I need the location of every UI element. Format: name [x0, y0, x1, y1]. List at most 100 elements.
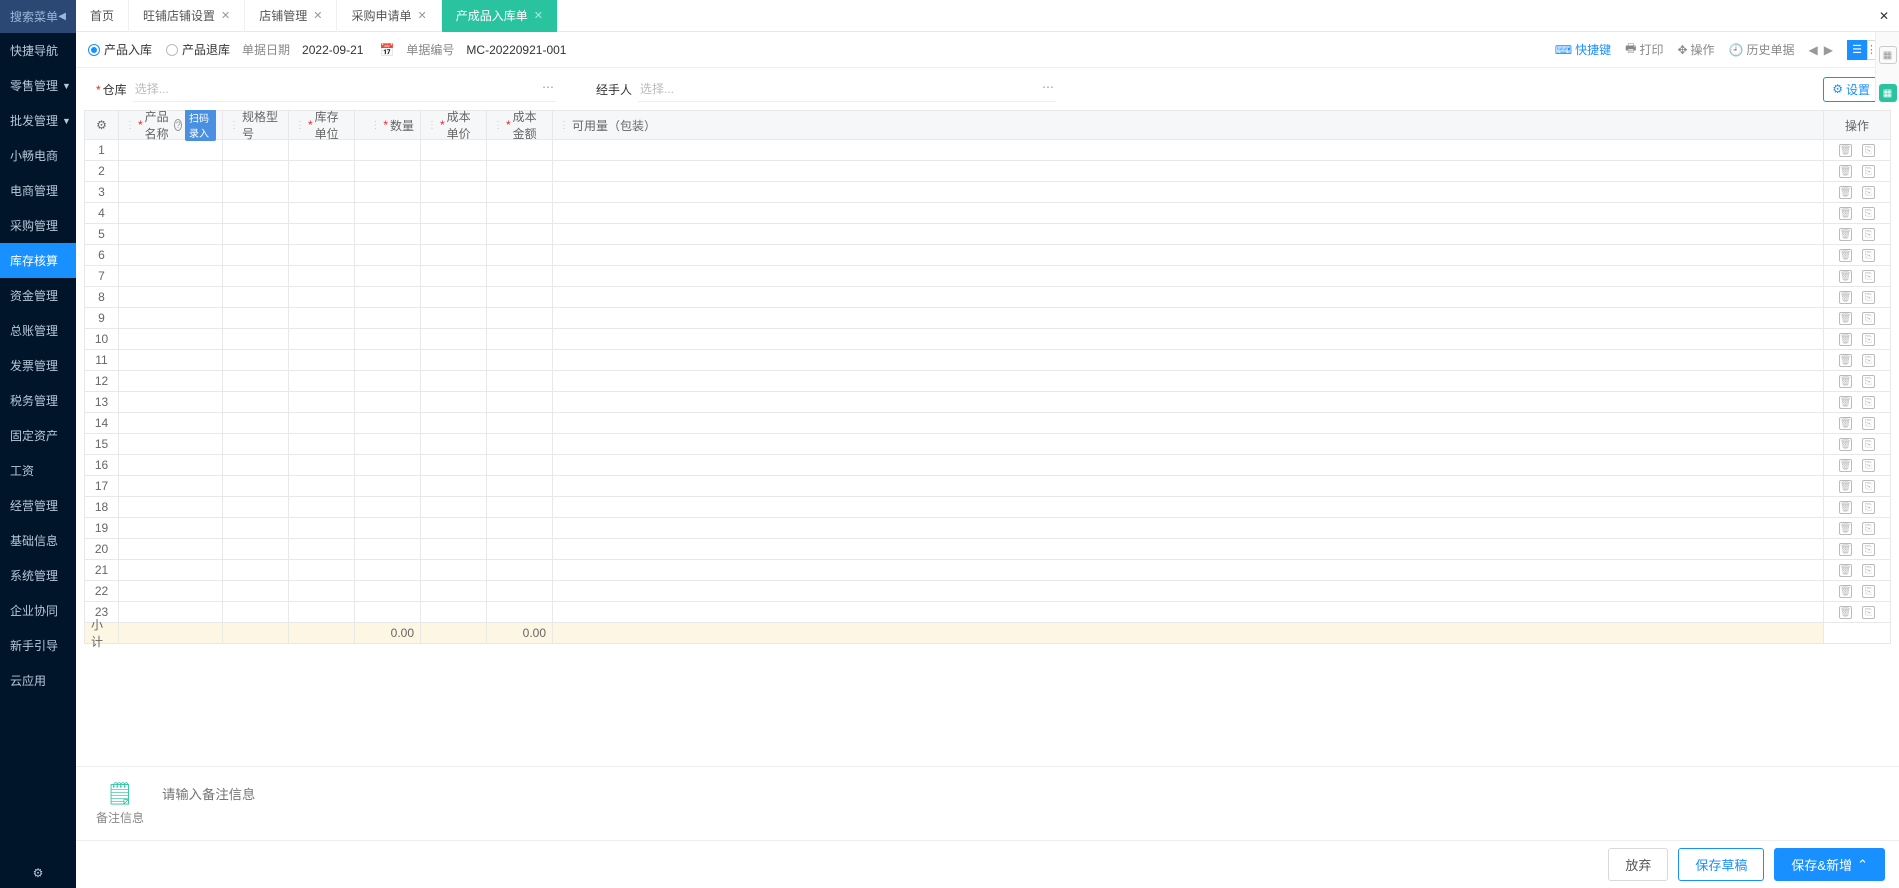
save-new-button[interactable]: 保存&新增 ⌃ — [1774, 848, 1885, 881]
tab-close-icon[interactable]: ✕ — [534, 9, 543, 22]
col-product-name[interactable]: ⋮* 产品名称 ? 扫码录入 — [119, 111, 223, 139]
sidebar-item-4[interactable]: 电商管理 — [0, 173, 76, 208]
sidebar-item-0[interactable]: 快捷导航 — [0, 33, 76, 68]
tab-4[interactable]: 产成品入库单✕ — [442, 0, 558, 32]
tab-0[interactable]: 首页 — [76, 0, 129, 32]
calendar-icon[interactable]: 📅 — [379, 43, 394, 57]
sidebar-item-7[interactable]: 资金管理 — [0, 278, 76, 313]
sidebar-item-18[interactable]: 云应用 — [0, 663, 76, 698]
copy-icon[interactable]: ⎘ — [1862, 459, 1875, 472]
copy-icon[interactable]: ⎘ — [1862, 522, 1875, 535]
delete-icon[interactable]: 🗑 — [1839, 438, 1852, 451]
tabbar-overflow[interactable]: ✕ — [1869, 9, 1899, 23]
ellipsis-icon[interactable]: ⋯ — [542, 80, 554, 94]
sidebar-item-6[interactable]: 库存核算 — [0, 243, 76, 278]
scan-tag[interactable]: 扫码录入 — [185, 110, 216, 141]
tab-1[interactable]: 旺铺店铺设置✕ — [129, 0, 245, 32]
tab-close-icon[interactable]: ✕ — [313, 9, 322, 22]
page-prev[interactable]: ◀ — [1809, 43, 1818, 57]
warehouse-select[interactable]: 选择... ⋯ — [133, 76, 556, 102]
view-list[interactable]: ☰ — [1847, 40, 1867, 60]
help-icon[interactable]: ? — [174, 119, 182, 131]
remark-input[interactable] — [162, 781, 1879, 808]
discard-button[interactable]: 放弃 — [1608, 848, 1668, 881]
sidebar-item-5[interactable]: 采购管理 — [0, 208, 76, 243]
table-row[interactable]: 16 — [85, 454, 1823, 475]
table-row[interactable]: 14 — [85, 412, 1823, 433]
col-amt[interactable]: ⋮*成本金额 — [487, 111, 553, 139]
sidebar-item-16[interactable]: 企业协同 — [0, 593, 76, 628]
sidebar-item-9[interactable]: 发票管理 — [0, 348, 76, 383]
copy-icon[interactable]: ⎘ — [1862, 438, 1875, 451]
radio-product-out[interactable]: 产品退库 — [166, 41, 230, 58]
delete-icon[interactable]: 🗑 — [1839, 522, 1852, 535]
save-draft-button[interactable]: 保存草稿 — [1678, 848, 1764, 881]
delete-icon[interactable]: 🗑 — [1839, 564, 1852, 577]
delete-icon[interactable]: 🗑 — [1839, 375, 1852, 388]
sidebar-item-13[interactable]: 经营管理 — [0, 488, 76, 523]
radio-product-in[interactable]: 产品入库 — [88, 41, 152, 58]
delete-icon[interactable]: 🗑 — [1839, 543, 1852, 556]
delete-icon[interactable]: 🗑 — [1839, 396, 1852, 409]
col-avail[interactable]: ⋮可用量（包装） — [553, 111, 1823, 139]
action-button[interactable]: ✥ 操作 — [1677, 41, 1714, 58]
copy-icon[interactable]: ⎘ — [1862, 375, 1875, 388]
sidebar-item-12[interactable]: 工资 — [0, 453, 76, 488]
delete-icon[interactable]: 🗑 — [1839, 186, 1852, 199]
copy-icon[interactable]: ⎘ — [1862, 186, 1875, 199]
table-row[interactable]: 11 — [85, 349, 1823, 370]
table-row[interactable]: 9 — [85, 307, 1823, 328]
table-row[interactable]: 7 — [85, 265, 1823, 286]
delete-icon[interactable]: 🗑 — [1839, 480, 1852, 493]
copy-icon[interactable]: ⎘ — [1862, 396, 1875, 409]
print-button[interactable]: 🖶 打印 — [1625, 39, 1663, 60]
table-row[interactable]: 15 — [85, 433, 1823, 454]
delete-icon[interactable]: 🗑 — [1839, 165, 1852, 178]
delete-icon[interactable]: 🗑 — [1839, 417, 1852, 430]
sidebar-settings[interactable]: ⚙ — [0, 858, 76, 888]
copy-icon[interactable]: ⎘ — [1862, 333, 1875, 346]
copy-icon[interactable]: ⎘ — [1862, 501, 1875, 514]
ellipsis-icon[interactable]: ⋯ — [1042, 80, 1054, 94]
delete-icon[interactable]: 🗑 — [1839, 501, 1852, 514]
collapse-icon[interactable]: ◀ — [58, 11, 66, 22]
table-row[interactable]: 4 — [85, 202, 1823, 223]
tab-close-icon[interactable]: ✕ — [418, 9, 427, 22]
sidebar-item-8[interactable]: 总账管理 — [0, 313, 76, 348]
table-row[interactable]: 23 — [85, 601, 1823, 622]
table-row[interactable]: 10 — [85, 328, 1823, 349]
grid-settings-button[interactable]: ⚙ 设置 — [1823, 77, 1879, 102]
sidebar-item-15[interactable]: 系统管理 — [0, 558, 76, 593]
copy-icon[interactable]: ⎘ — [1862, 270, 1875, 283]
table-row[interactable]: 3 — [85, 181, 1823, 202]
col-spec[interactable]: ⋮规格型号 — [223, 111, 289, 139]
delete-icon[interactable]: 🗑 — [1839, 144, 1852, 157]
date-value[interactable]: 2022-09-21 — [302, 43, 363, 57]
copy-icon[interactable]: ⎘ — [1862, 165, 1875, 178]
table-row[interactable]: 20 — [85, 538, 1823, 559]
delete-icon[interactable]: 🗑 — [1839, 354, 1852, 367]
table-row[interactable]: 2 — [85, 160, 1823, 181]
copy-icon[interactable]: ⎘ — [1862, 291, 1875, 304]
copy-icon[interactable]: ⎘ — [1862, 249, 1875, 262]
sidebar-item-10[interactable]: 税务管理 — [0, 383, 76, 418]
copy-icon[interactable]: ⎘ — [1862, 144, 1875, 157]
copy-icon[interactable]: ⎘ — [1862, 564, 1875, 577]
sidebar-item-2[interactable]: 批发管理▼ — [0, 103, 76, 138]
page-next[interactable]: ▶ — [1824, 43, 1833, 57]
copy-icon[interactable]: ⎘ — [1862, 585, 1875, 598]
table-row[interactable]: 13 — [85, 391, 1823, 412]
delete-icon[interactable]: 🗑 — [1839, 312, 1852, 325]
delete-icon[interactable]: 🗑 — [1839, 333, 1852, 346]
copy-icon[interactable]: ⎘ — [1862, 480, 1875, 493]
tab-3[interactable]: 采购申请单✕ — [337, 0, 441, 32]
table-row[interactable]: 17 — [85, 475, 1823, 496]
table-row[interactable]: 18 — [85, 496, 1823, 517]
history-button[interactable]: 🕘 历史单据 — [1729, 41, 1795, 58]
tab-close-icon[interactable]: ✕ — [221, 9, 230, 22]
sidebar-item-14[interactable]: 基础信息 — [0, 523, 76, 558]
copy-icon[interactable]: ⎘ — [1862, 312, 1875, 325]
sidebar-item-3[interactable]: 小畅电商 — [0, 138, 76, 173]
rail-item-1[interactable]: ▦ — [1879, 46, 1897, 64]
hotkey-button[interactable]: ⌨ 快捷键 — [1555, 41, 1611, 58]
